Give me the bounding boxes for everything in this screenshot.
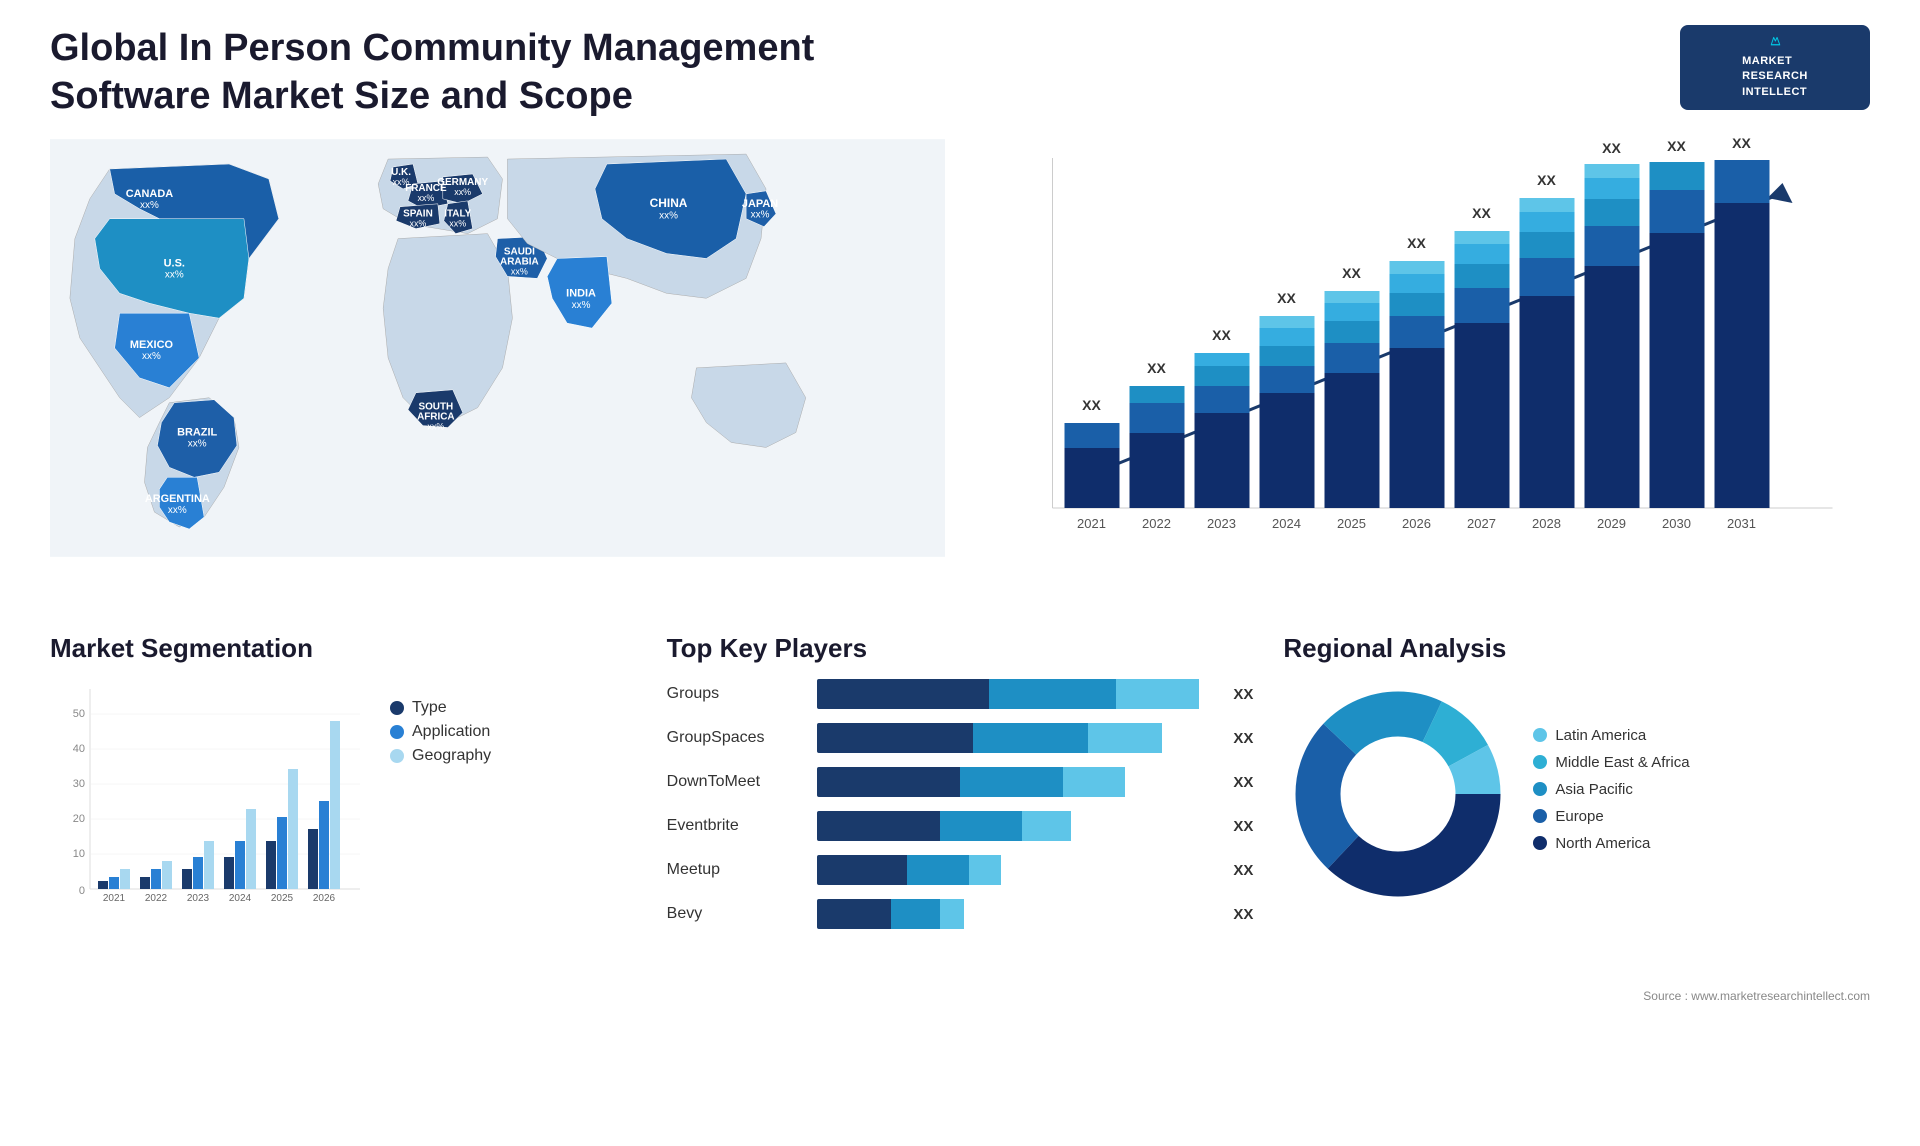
svg-text:xx%: xx% xyxy=(659,211,678,222)
svg-text:INDIA: INDIA xyxy=(566,287,596,299)
player-groups: Groups XX xyxy=(667,679,1254,709)
svg-text:xx%: xx% xyxy=(751,210,770,221)
svg-text:xx%: xx% xyxy=(572,300,591,311)
legend-middle-east-africa: Middle East & Africa xyxy=(1533,754,1870,771)
svg-text:0: 0 xyxy=(79,885,85,897)
svg-text:2024: 2024 xyxy=(229,893,252,904)
svg-text:XX: XX xyxy=(1082,397,1101,413)
svg-text:2025: 2025 xyxy=(271,893,294,904)
world-map-svg: CANADA xx% U.S. xx% MEXICO xx% BRAZIL xx… xyxy=(50,138,945,558)
segmentation-legend: Type Application Geography xyxy=(390,699,491,771)
page-title: Global In Person Community Management So… xyxy=(50,25,870,120)
bottom-row: Market Segmentation 0 10 20 30 40 50 xyxy=(50,633,1870,1003)
player-eventbrite: Eventbrite XX xyxy=(667,811,1254,841)
svg-text:xx%: xx% xyxy=(142,351,161,362)
player-groupspaces: GroupSpaces XX xyxy=(667,723,1254,753)
svg-text:XX: XX xyxy=(1277,290,1296,306)
donut-chart xyxy=(1283,679,1513,909)
segmentation-panel: Market Segmentation 0 10 20 30 40 50 xyxy=(50,633,637,1003)
svg-text:XX: XX xyxy=(1537,172,1556,188)
logo: MARKET RESEARCH INTELLECT xyxy=(1680,25,1870,110)
svg-text:ARGENTINA: ARGENTINA xyxy=(145,493,210,505)
svg-text:2022: 2022 xyxy=(1142,516,1171,531)
svg-text:BRAZIL: BRAZIL xyxy=(177,427,217,439)
svg-text:CHINA: CHINA xyxy=(650,196,688,210)
svg-text:50: 50 xyxy=(73,708,85,720)
legend-type: Type xyxy=(390,699,491,717)
bar-2021 xyxy=(1065,448,1120,508)
svg-text:xx%: xx% xyxy=(511,266,528,276)
svg-text:10: 10 xyxy=(73,848,85,860)
svg-text:xx%: xx% xyxy=(454,187,471,197)
source-text: Source : www.marketresearchintellect.com xyxy=(1643,989,1870,1003)
bar-chart-svg: XX 2021 XX 2022 XX 2023 xyxy=(975,138,1870,558)
svg-text:XX: XX xyxy=(1732,138,1751,151)
svg-text:2027: 2027 xyxy=(1467,516,1496,531)
players-title: Top Key Players xyxy=(667,633,1254,664)
svg-text:2026: 2026 xyxy=(1402,516,1431,531)
svg-text:30: 30 xyxy=(73,778,85,790)
svg-text:2022: 2022 xyxy=(145,893,168,904)
legend-application: Application xyxy=(390,723,491,741)
svg-text:XX: XX xyxy=(1472,205,1491,221)
legend-europe: Europe xyxy=(1533,808,1870,825)
svg-text:MEXICO: MEXICO xyxy=(130,339,174,351)
svg-text:xx%: xx% xyxy=(140,200,159,211)
svg-text:2024: 2024 xyxy=(1272,516,1301,531)
player-meetup: Meetup XX xyxy=(667,855,1254,885)
geography-dot xyxy=(390,749,404,763)
legend-latin-america: Latin America xyxy=(1533,727,1870,744)
player-downtomeet: DownToMeet XX xyxy=(667,767,1254,797)
svg-text:xx%: xx% xyxy=(168,505,187,516)
svg-text:2030: 2030 xyxy=(1662,516,1691,531)
svg-text:xx%: xx% xyxy=(417,193,434,203)
regional-content: Latin America Middle East & Africa Asia … xyxy=(1283,679,1870,909)
svg-text:2021: 2021 xyxy=(103,893,126,904)
segmentation-chart: 0 10 20 30 40 50 xyxy=(50,679,370,919)
svg-text:2023: 2023 xyxy=(187,893,210,904)
svg-text:20: 20 xyxy=(73,813,85,825)
regional-legend: Latin America Middle East & Africa Asia … xyxy=(1533,727,1870,862)
canada-label: CANADA xyxy=(126,188,173,200)
svg-text:xx%: xx% xyxy=(449,219,466,229)
logo-text: MARKET RESEARCH INTELLECT xyxy=(1742,54,1808,100)
svg-text:2026: 2026 xyxy=(313,893,336,904)
regional-panel: Regional Analysis xyxy=(1283,633,1870,1003)
svg-text:XX: XX xyxy=(1602,140,1621,156)
legend-north-america: North America xyxy=(1533,835,1870,852)
svg-text:xx%: xx% xyxy=(409,219,426,229)
svg-text:2028: 2028 xyxy=(1532,516,1561,531)
map-section: CANADA xx% U.S. xx% MEXICO xx% BRAZIL xx… xyxy=(50,138,945,618)
header: Global In Person Community Management So… xyxy=(50,25,1870,120)
regional-title: Regional Analysis xyxy=(1283,633,1870,664)
key-players-panel: Top Key Players Groups XX xyxy=(667,633,1254,1003)
svg-text:XX: XX xyxy=(1667,138,1686,154)
svg-text:XX: XX xyxy=(1147,360,1166,376)
legend-asia-pacific: Asia Pacific xyxy=(1533,781,1870,798)
svg-text:XX: XX xyxy=(1342,265,1361,281)
type-dot xyxy=(390,701,404,715)
svg-text:XX: XX xyxy=(1212,327,1231,343)
svg-text:JAPAN: JAPAN xyxy=(742,198,778,210)
svg-text:2031: 2031 xyxy=(1727,516,1756,531)
players-list: Groups XX GroupSpaces xyxy=(667,679,1254,929)
chart-section: XX 2021 XX 2022 XX 2023 xyxy=(975,138,1870,618)
svg-text:XX: XX xyxy=(1407,235,1426,251)
legend-geography: Geography xyxy=(390,747,491,765)
player-bevy: Bevy XX xyxy=(667,899,1254,929)
page-container: Global In Person Community Management So… xyxy=(0,0,1920,1146)
segmentation-title: Market Segmentation xyxy=(50,633,637,664)
svg-text:xx%: xx% xyxy=(427,422,444,432)
svg-text:2023: 2023 xyxy=(1207,516,1236,531)
svg-text:xx%: xx% xyxy=(165,269,184,280)
svg-text:U.S.: U.S. xyxy=(164,257,185,269)
svg-text:2021: 2021 xyxy=(1077,516,1106,531)
application-dot xyxy=(390,725,404,739)
svg-text:40: 40 xyxy=(73,743,85,755)
svg-text:2025: 2025 xyxy=(1337,516,1366,531)
svg-text:2029: 2029 xyxy=(1597,516,1626,531)
logo-icon xyxy=(1753,35,1798,46)
top-row: CANADA xx% U.S. xx% MEXICO xx% BRAZIL xx… xyxy=(50,138,1870,618)
svg-text:xx%: xx% xyxy=(188,438,207,449)
